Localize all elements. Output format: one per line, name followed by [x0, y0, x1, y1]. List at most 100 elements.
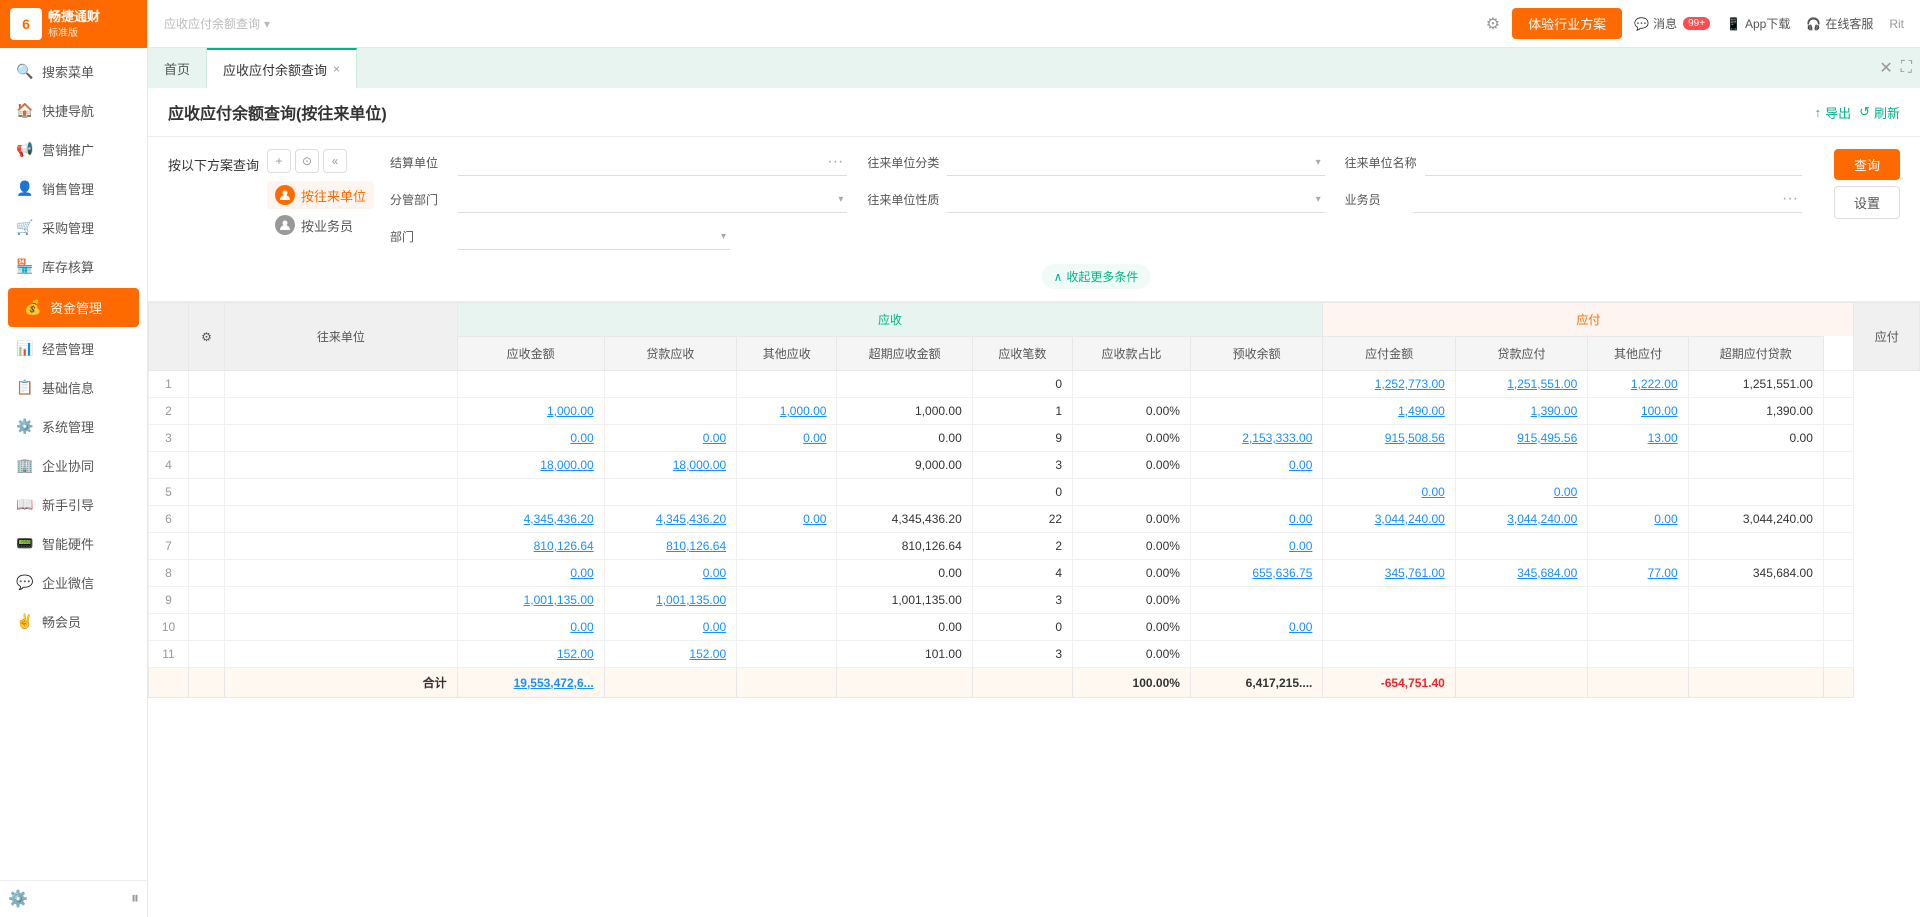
- sidebar-item-marketing[interactable]: 📢 营销推广: [0, 130, 147, 169]
- dept-input[interactable]: [462, 225, 721, 247]
- sidebar-item-basic[interactable]: 📋 基础信息: [0, 368, 147, 407]
- cell-ar-loan[interactable]: 18,000.00: [604, 452, 736, 479]
- tab-bar-actions: ✕ ⛶: [1879, 58, 1920, 78]
- sidebar-item-wechat[interactable]: 💬 企业微信: [0, 563, 147, 602]
- cell-ar-amount[interactable]: 0.00: [457, 560, 604, 587]
- col-header-ap-amount: 应付金额: [1323, 337, 1455, 371]
- cell-ar-amount[interactable]: 152.00: [457, 641, 604, 668]
- cell-ap-other[interactable]: 1,222.00: [1588, 371, 1688, 398]
- sidebar-item-purchase[interactable]: 🛒 采购管理: [0, 208, 147, 247]
- cell-ar-amount[interactable]: 0.00: [457, 614, 604, 641]
- col-header-gear[interactable]: ⚙: [189, 303, 225, 371]
- tab-bar-close-icon[interactable]: ✕: [1879, 58, 1892, 78]
- partner-category-chevron[interactable]: ▾: [1316, 157, 1321, 168]
- collapse-filter-btn[interactable]: ∧ 收起更多条件: [1042, 264, 1151, 289]
- cell-ar-loan[interactable]: 0.00: [604, 560, 736, 587]
- cell-ap-amount[interactable]: 915,508.56: [1323, 425, 1455, 452]
- cell-ap-amount[interactable]: 345,761.00: [1323, 560, 1455, 587]
- cell-ap-amount[interactable]: 1,490.00: [1323, 398, 1455, 425]
- cell-ar-other[interactable]: 1,000.00: [737, 398, 837, 425]
- promo-btn[interactable]: 体验行业方案: [1512, 8, 1622, 39]
- filter-mode-by-staff[interactable]: 按业务员: [267, 211, 374, 239]
- sidebar-item-system[interactable]: ⚙️ 系统管理: [0, 407, 147, 446]
- sidebar-item-guide[interactable]: 📖 新手引导: [0, 485, 147, 524]
- cell-ar-prepay[interactable]: 2,153,333.00: [1190, 425, 1322, 452]
- sidebar-item-inventory[interactable]: 🏪 库存核算: [0, 247, 147, 286]
- tab-ar-query[interactable]: 应收应付余额查询 ×: [207, 48, 357, 88]
- sidebar-item-sales[interactable]: 👤 销售管理: [0, 169, 147, 208]
- query-button[interactable]: 查询: [1834, 149, 1900, 180]
- sidebar-item-enterprise[interactable]: 🏢 企业协同: [0, 446, 147, 485]
- cell-ap-other[interactable]: 0.00: [1588, 506, 1688, 533]
- cell-ar-amount[interactable]: 4,345,436.20: [457, 506, 604, 533]
- cell-ar-loan[interactable]: 0.00: [604, 614, 736, 641]
- settings-button[interactable]: 设置: [1834, 186, 1900, 219]
- header-message[interactable]: 💬 消息 99+: [1634, 15, 1710, 32]
- footer-ar-amount[interactable]: 19,553,472,6...: [457, 668, 604, 698]
- cell-ap-other[interactable]: 13.00: [1588, 425, 1688, 452]
- cell-ar-loan[interactable]: 4,345,436.20: [604, 506, 736, 533]
- partner-name-input[interactable]: [1429, 151, 1798, 173]
- refresh-button[interactable]: ↺ 刷新: [1859, 103, 1900, 122]
- partner-nature-chevron[interactable]: ▾: [1316, 194, 1321, 205]
- cell-ar-prepay[interactable]: 0.00: [1190, 614, 1322, 641]
- sidebar-item-member[interactable]: ✌️ 畅会员: [0, 602, 147, 641]
- cell-ap-amount[interactable]: 3,044,240.00: [1323, 506, 1455, 533]
- dept-head-chevron[interactable]: ▾: [838, 194, 843, 205]
- cell-ap-loan[interactable]: 915,495.56: [1455, 425, 1587, 452]
- export-button[interactable]: ↑ 导出: [1815, 103, 1852, 122]
- sidebar-item-hardware[interactable]: 📟 智能硬件: [0, 524, 147, 563]
- cell-ar-ratio: 0.00%: [1073, 533, 1191, 560]
- filter-collapse-btn[interactable]: «: [323, 149, 347, 173]
- sidebar-item-quick-nav[interactable]: 🏠 快捷导航: [0, 91, 147, 130]
- settings-bottom-icon[interactable]: ⚙️: [8, 889, 28, 909]
- cell-ar-loan[interactable]: 152.00: [604, 641, 736, 668]
- cell-ar-amount[interactable]: 18,000.00: [457, 452, 604, 479]
- cell-ar-amount[interactable]: 1,000.00: [457, 398, 604, 425]
- cell-ar-prepay[interactable]: 655,636.75: [1190, 560, 1322, 587]
- sidebar-item-finance[interactable]: 💰 资金管理: [8, 288, 139, 327]
- settlement-unit-dots[interactable]: ···: [827, 153, 843, 171]
- tab-bar-maximize-icon[interactable]: ⛶: [1901, 59, 1912, 77]
- filter-add-btn[interactable]: +: [267, 149, 291, 173]
- cell-ar-loan[interactable]: 1,001,135.00: [604, 587, 736, 614]
- cell-ap-amount[interactable]: 1,252,773.00: [1323, 371, 1455, 398]
- cell-ar-prepay[interactable]: 0.00: [1190, 506, 1322, 533]
- tab-home[interactable]: 首页: [148, 48, 207, 88]
- settlement-unit-input[interactable]: [462, 151, 827, 173]
- dept-head-input[interactable]: [462, 188, 838, 210]
- sidebar-item-operations[interactable]: 📊 经营管理: [0, 329, 147, 368]
- cell-ap-loan[interactable]: 1,251,551.00: [1455, 371, 1587, 398]
- partner-category-input[interactable]: [951, 151, 1315, 173]
- cell-ap-amount[interactable]: 0.00: [1323, 479, 1455, 506]
- cell-ar-loan[interactable]: 0.00: [604, 425, 736, 452]
- sidebar-item-search-menu[interactable]: 🔍 搜索菜单: [0, 52, 147, 91]
- cell-ap-loan[interactable]: 345,684.00: [1455, 560, 1587, 587]
- cell-ar-prepay[interactable]: 0.00: [1190, 533, 1322, 560]
- cell-ar-amount[interactable]: 0.00: [457, 425, 604, 452]
- cell-ar-loan[interactable]: 810,126.64: [604, 533, 736, 560]
- header-gear-icon[interactable]: ⚙: [1486, 14, 1500, 34]
- cell-ap-loan[interactable]: 3,044,240.00: [1455, 506, 1587, 533]
- cell-ap-loan[interactable]: 0.00: [1455, 479, 1587, 506]
- cell-ap-loan: [1455, 452, 1587, 479]
- header-user[interactable]: Rit: [1889, 17, 1904, 31]
- tab-close-icon[interactable]: ×: [333, 62, 340, 76]
- cell-ap-loan[interactable]: 1,390.00: [1455, 398, 1587, 425]
- header-online-service[interactable]: 🎧 在线客服: [1806, 15, 1873, 32]
- cell-ar-prepay[interactable]: 0.00: [1190, 452, 1322, 479]
- cell-ar-amount[interactable]: 810,126.64: [457, 533, 604, 560]
- cell-ap-other[interactable]: 100.00: [1588, 398, 1688, 425]
- cell-ar-other[interactable]: 0.00: [737, 425, 837, 452]
- staff-dots[interactable]: ···: [1782, 190, 1798, 208]
- filter-settings-btn[interactable]: ⊙: [295, 149, 319, 173]
- cell-ap-other[interactable]: 77.00: [1588, 560, 1688, 587]
- partner-nature-input[interactable]: [951, 188, 1315, 210]
- staff-input[interactable]: [1417, 188, 1782, 210]
- header-app-download[interactable]: 📱 App下载: [1726, 15, 1790, 32]
- cell-ar-other[interactable]: 0.00: [737, 506, 837, 533]
- filter-mode-by-partner[interactable]: 按往来单位: [267, 181, 374, 209]
- collapse-sidebar-icon[interactable]: ⏸: [131, 890, 139, 908]
- dept-chevron[interactable]: ▾: [721, 231, 726, 242]
- cell-ar-amount[interactable]: 1,001,135.00: [457, 587, 604, 614]
